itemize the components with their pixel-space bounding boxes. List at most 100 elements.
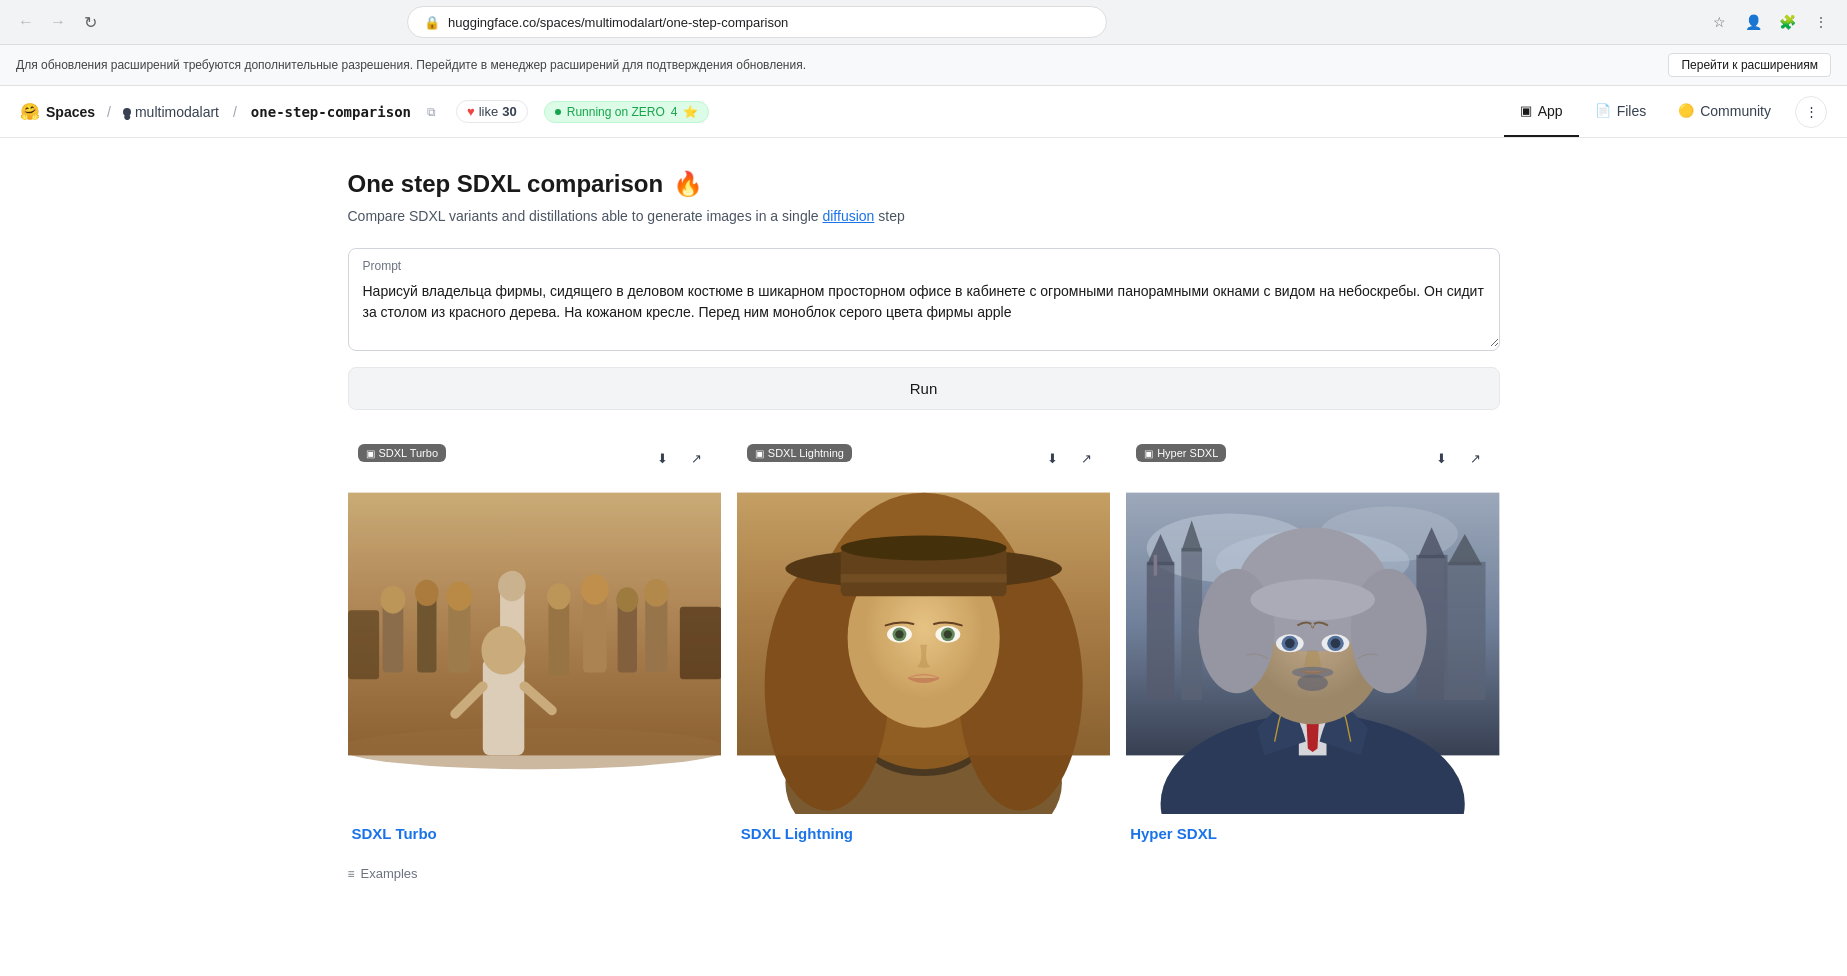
image-card-hyper-sdxl: ▣ Hyper SDXL ⬇ ↗	[1126, 434, 1499, 842]
prompt-input[interactable]: Нарисуй владельца фирмы, сидящего в дело…	[349, 277, 1499, 347]
browser-chrome: ← → ↻ 🔒 huggingface.co/spaces/multimodal…	[0, 0, 1847, 45]
svg-rect-22	[348, 493, 721, 756]
user-link[interactable]: ● multimodalart	[123, 104, 219, 120]
image-label-icon-1: ▣	[366, 448, 375, 459]
desc-text-before: Compare SDXL variants and distillations …	[348, 208, 823, 224]
image-label-2: ▣ SDXL Lightning	[747, 444, 852, 462]
image-label-text-1: SDXL Turbo	[379, 447, 439, 459]
image-link-3[interactable]: Hyper SDXL	[1126, 825, 1499, 842]
image-link-1[interactable]: SDXL Turbo	[348, 825, 721, 842]
examples-label: Examples	[361, 866, 418, 881]
image-link-2[interactable]: SDXL Lightning	[737, 825, 1110, 842]
image-actions-3: ⬇ ↗	[1428, 444, 1490, 472]
image-label-1: ▣ SDXL Turbo	[358, 444, 447, 462]
image-card-1: ▣ SDXL Turbo ⬇ ↗	[348, 434, 721, 817]
title-emoji: 🔥	[673, 170, 703, 198]
forward-button[interactable]: →	[44, 8, 72, 36]
hf-header: 🤗 Spaces / ● multimodalart / one-step-co…	[0, 86, 1847, 138]
page-description: Compare SDXL variants and distillations …	[348, 208, 1500, 224]
prompt-container: Prompt Нарисуй владельца фирмы, сидящего…	[348, 248, 1500, 351]
nav-buttons: ← → ↻	[12, 8, 104, 36]
generated-image-3	[1126, 434, 1499, 814]
run-button[interactable]: Run	[348, 367, 1500, 410]
tab-community-label: Community	[1700, 103, 1771, 119]
running-badge: Running on ZERO 4 ⭐	[544, 101, 710, 123]
examples-icon: ≡	[348, 867, 355, 881]
tab-community[interactable]: 🟡 Community	[1662, 87, 1787, 137]
image-label-text-3: Hyper SDXL	[1157, 447, 1218, 459]
more-options-button[interactable]: ⋮	[1795, 96, 1827, 128]
like-label: like	[479, 104, 499, 119]
share-btn-3[interactable]: ↗	[1462, 444, 1490, 472]
generated-image-1	[348, 434, 721, 814]
breadcrumb-slash: /	[233, 104, 237, 120]
spaces-label: Spaces	[46, 104, 95, 120]
address-bar[interactable]: 🔒 huggingface.co/spaces/multimodalart/on…	[407, 6, 1107, 38]
lock-icon: 🔒	[424, 15, 440, 30]
download-btn-1[interactable]: ⬇	[649, 444, 677, 472]
user-dot: ●	[123, 108, 131, 116]
svg-rect-43	[737, 493, 1110, 756]
heart-icon: ♥	[467, 104, 475, 119]
image-actions-2: ⬇ ↗	[1038, 444, 1100, 472]
prompt-label: Prompt	[349, 249, 1499, 277]
profile-btn[interactable]: 👤	[1739, 8, 1767, 36]
share-btn-2[interactable]: ↗	[1072, 444, 1100, 472]
image-label-icon-2: ▣	[755, 448, 764, 459]
username: multimodalart	[135, 104, 219, 120]
notification-bar: Для обновления расширений требуются допо…	[0, 45, 1847, 86]
spaces-link[interactable]: 🤗 Spaces	[20, 102, 95, 121]
image-card-sdxl-lightning: ▣ SDXL Lightning ⬇ ↗	[737, 434, 1110, 842]
tab-app[interactable]: ▣ App	[1504, 87, 1579, 137]
app-tab-icon: ▣	[1520, 103, 1532, 118]
browser-nav: ← → ↻ 🔒 huggingface.co/spaces/multimodal…	[0, 0, 1847, 44]
desc-link[interactable]: diffusion	[822, 208, 874, 224]
image-label-icon-3: ▣	[1144, 448, 1153, 459]
copy-icon[interactable]: ⧉	[427, 105, 436, 119]
running-dot	[555, 109, 561, 115]
notification-text: Для обновления расширений требуются допо…	[16, 58, 806, 72]
image-card-3: ▣ Hyper SDXL ⬇ ↗	[1126, 434, 1499, 817]
notification-message: Для обновления расширений требуются допо…	[16, 58, 806, 72]
like-badge[interactable]: ♥ like 30	[456, 100, 528, 123]
bookmark-btn[interactable]: ☆	[1705, 8, 1733, 36]
like-count: 30	[502, 104, 516, 119]
image-grid: ▣ SDXL Turbo ⬇ ↗	[348, 434, 1500, 842]
examples-row[interactable]: ≡ Examples	[348, 862, 1500, 885]
star-icon: ⭐	[683, 105, 698, 119]
share-btn-1[interactable]: ↗	[683, 444, 711, 472]
image-label-text-2: SDXL Lightning	[768, 447, 844, 459]
svg-rect-74	[1126, 493, 1499, 756]
update-extensions-button[interactable]: Перейти к расширениям	[1668, 53, 1831, 77]
generated-image-2	[737, 434, 1110, 814]
svg-rect-24	[679, 607, 720, 680]
image-card-sdxl-turbo: ▣ SDXL Turbo ⬇ ↗	[348, 434, 721, 842]
running-label: Running on ZERO	[567, 105, 665, 119]
page-title-text: One step SDXL comparison	[348, 170, 664, 198]
spaces-icon: 🤗	[20, 102, 40, 121]
back-button[interactable]: ←	[12, 8, 40, 36]
page-title: One step SDXL comparison 🔥	[348, 170, 1500, 198]
desc-text-after: step	[874, 208, 904, 224]
url-text: huggingface.co/spaces/multimodalart/one-…	[448, 15, 788, 30]
refresh-button[interactable]: ↻	[76, 8, 104, 36]
image-actions-1: ⬇ ↗	[649, 444, 711, 472]
files-tab-icon: 📄	[1595, 103, 1611, 118]
repo-name: one-step-comparison	[251, 104, 411, 120]
svg-rect-23	[348, 610, 379, 679]
image-card-2: ▣ SDXL Lightning ⬇ ↗	[737, 434, 1110, 817]
browser-actions: ☆ 👤 🧩 ⋮	[1705, 8, 1835, 36]
main-content: One step SDXL comparison 🔥 Compare SDXL …	[324, 138, 1524, 917]
breadcrumb-sep-1: /	[107, 104, 111, 120]
tab-files-label: Files	[1617, 103, 1647, 119]
tab-files[interactable]: 📄 Files	[1579, 87, 1663, 137]
tab-app-label: App	[1538, 103, 1563, 119]
more-btn[interactable]: ⋮	[1807, 8, 1835, 36]
community-tab-icon: 🟡	[1678, 103, 1694, 118]
image-label-3: ▣ Hyper SDXL	[1136, 444, 1226, 462]
download-btn-2[interactable]: ⬇	[1038, 444, 1066, 472]
download-btn-3[interactable]: ⬇	[1428, 444, 1456, 472]
stars-count: 4	[671, 105, 678, 119]
extensions-btn[interactable]: 🧩	[1773, 8, 1801, 36]
nav-tabs: ▣ App 📄 Files 🟡 Community ⋮	[1504, 87, 1827, 137]
